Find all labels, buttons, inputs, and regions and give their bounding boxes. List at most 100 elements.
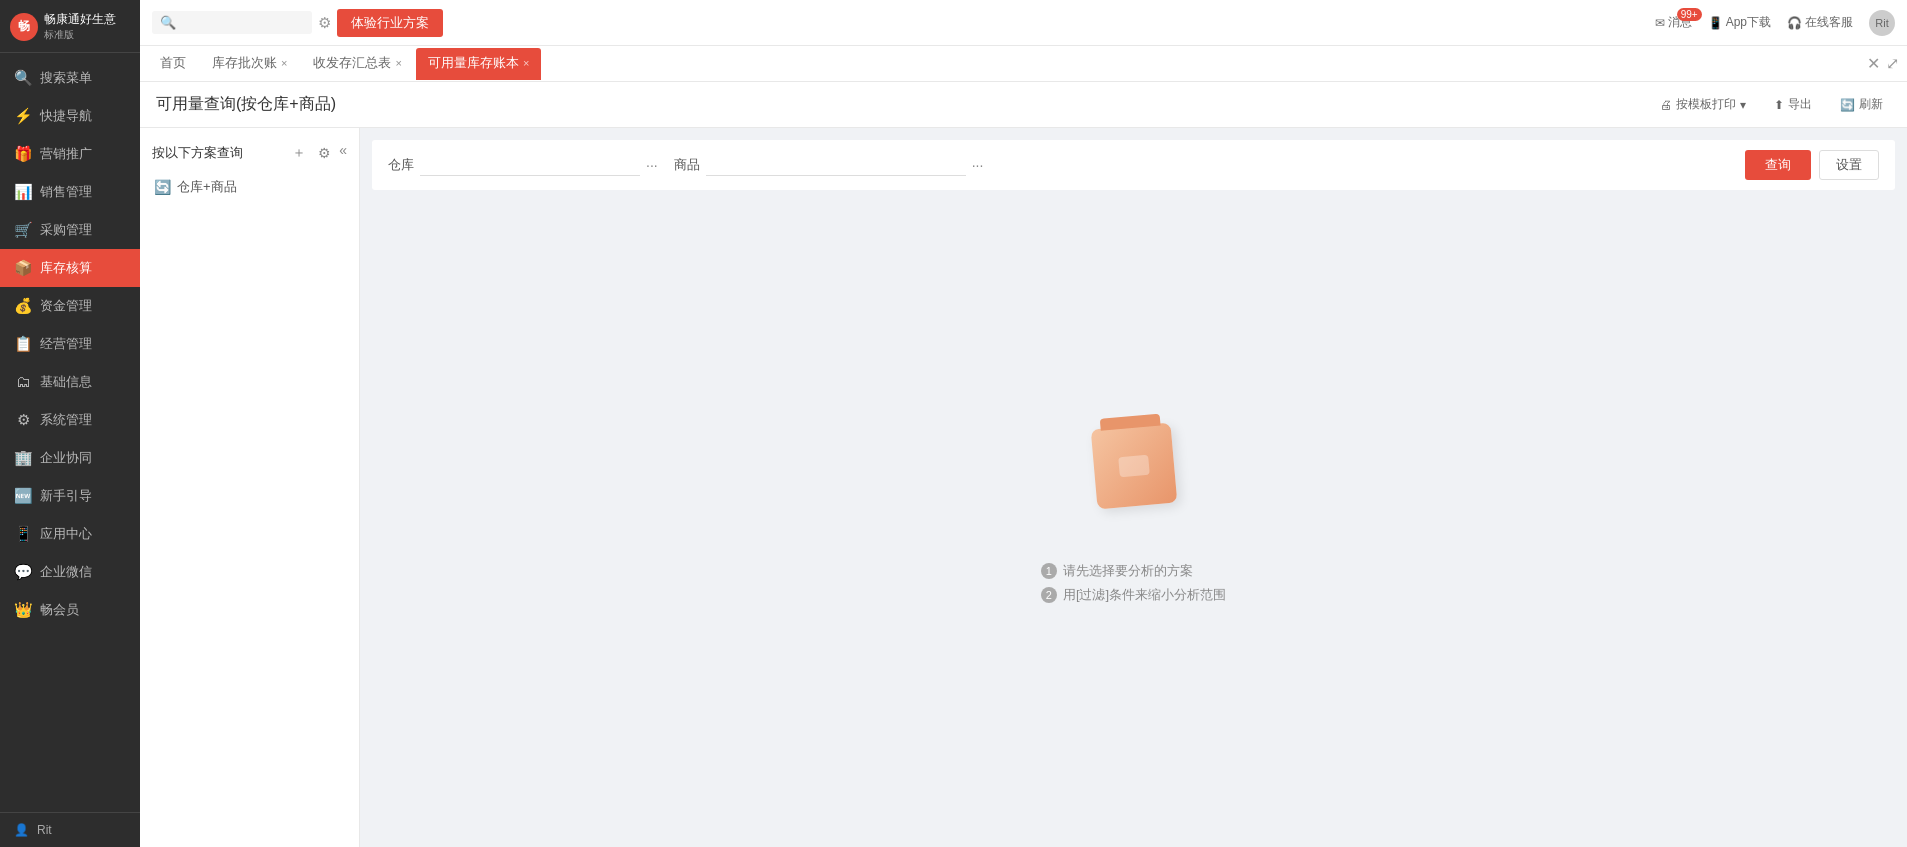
sidebar-item-basic-info[interactable]: 🗂 基础信息: [0, 363, 140, 401]
tab-receipt-summary[interactable]: 收发存汇总表 ×: [301, 48, 413, 80]
warehouse-input[interactable]: [420, 154, 640, 176]
export-label: 导出: [1788, 96, 1812, 113]
app-download-btn[interactable]: 📱 App下载: [1708, 14, 1771, 31]
service-label: 在线客服: [1805, 14, 1853, 31]
left-panel: 按以下方案查询 ＋ ⚙ « 🔄 仓库+商品: [140, 128, 360, 847]
sidebar-item-inventory[interactable]: 📦 库存核算: [0, 249, 140, 287]
sidebar-item-label: 应用中心: [40, 525, 92, 543]
building-icon: 🏢: [14, 449, 32, 467]
export-btn[interactable]: ⬆ 导出: [1766, 92, 1820, 117]
sidebar-item-quick-nav[interactable]: ⚡ 快捷导航: [0, 97, 140, 135]
sidebar-item-label: 采购管理: [40, 221, 92, 239]
headset-icon: 🎧: [1787, 16, 1802, 30]
refresh-icon: 🔄: [1840, 98, 1855, 112]
sidebar-item-wechat[interactable]: 💬 企业微信: [0, 553, 140, 591]
sidebar-item-enterprise[interactable]: 🏢 企业协同: [0, 439, 140, 477]
settings-schema-btn[interactable]: ⚙: [314, 142, 335, 164]
right-panel: 仓库 ··· 商品 ··· 查询 设置: [360, 128, 1907, 847]
clipboard-icon: 📋: [14, 335, 32, 353]
industry-btn[interactable]: 体验行业方案: [337, 9, 443, 37]
tab-batch-account[interactable]: 库存批次账 ×: [200, 48, 299, 80]
phone-icon: 📱: [14, 525, 32, 543]
close-all-btn[interactable]: ✕: [1867, 54, 1880, 73]
empty-illustration: [1074, 426, 1194, 546]
brand: 畅 畅康通好生意 标准版: [10, 12, 130, 42]
goods-input[interactable]: [706, 154, 966, 176]
sidebar-bottom[interactable]: 👤 Rit: [0, 812, 140, 847]
sidebar-item-label: 资金管理: [40, 297, 92, 315]
main-area: 🔍 ⚙ 体验行业方案 ✉ 消息 99+ 📱 App下载 🎧 在线客服 Rit: [140, 0, 1907, 847]
tab-receipt-summary-label: 收发存汇总表: [313, 54, 391, 72]
topbar-search[interactable]: 🔍: [152, 11, 312, 34]
sidebar-item-purchase[interactable]: 🛒 采购管理: [0, 211, 140, 249]
tabs-bar: 首页 库存批次账 × 收发存汇总表 × 可用量库存账本 × ✕ ⤢: [140, 46, 1907, 82]
sidebar-item-app-center[interactable]: 📱 应用中心: [0, 515, 140, 553]
avatar[interactable]: Rit: [1869, 10, 1895, 36]
hint-item-2: 2 用[过滤]条件来缩小分析范围: [1041, 586, 1226, 604]
printer-icon: 🖨: [1660, 98, 1672, 112]
schema-icon: 🔄: [154, 179, 171, 195]
search-input[interactable]: [180, 16, 260, 30]
sidebar-item-label: 快捷导航: [40, 107, 92, 125]
cart-icon: 🛒: [14, 221, 32, 239]
avatar-icon: 👤: [14, 823, 29, 837]
sidebar-item-sales[interactable]: 📊 销售管理: [0, 173, 140, 211]
sidebar-item-label: 新手引导: [40, 487, 92, 505]
hint-item-1: 1 请先选择要分析的方案: [1041, 562, 1226, 580]
sidebar-item-finance[interactable]: 💰 资金管理: [0, 287, 140, 325]
query-btn[interactable]: 查询: [1745, 150, 1811, 180]
tab-controls: ✕ ⤢: [1867, 54, 1899, 73]
hint-num-2: 2: [1041, 587, 1057, 603]
left-panel-title: 按以下方案查询: [152, 144, 243, 162]
sidebar-item-system[interactable]: ⚙ 系统管理: [0, 401, 140, 439]
phone-icon: 📱: [1708, 16, 1723, 30]
topbar: 🔍 ⚙ 体验行业方案 ✉ 消息 99+ 📱 App下载 🎧 在线客服 Rit: [140, 0, 1907, 46]
chevron-down-icon: ▾: [1740, 98, 1746, 112]
quick-nav-icon: ⚡: [14, 107, 32, 125]
avatar-label: Rit: [1875, 17, 1888, 29]
service-btn[interactable]: 🎧 在线客服: [1787, 14, 1853, 31]
tab-receipt-summary-close[interactable]: ×: [395, 57, 401, 69]
add-schema-btn[interactable]: ＋: [288, 142, 310, 164]
tab-home[interactable]: 首页: [148, 48, 198, 80]
print-template-btn[interactable]: 🖨 按模板打印 ▾: [1652, 92, 1754, 117]
hint-num-1: 1: [1041, 563, 1057, 579]
sidebar-item-guide[interactable]: 🆕 新手引导: [0, 477, 140, 515]
sidebar-item-label: 系统管理: [40, 411, 92, 429]
schema-item-label: 仓库+商品: [177, 178, 237, 196]
expand-btn[interactable]: ⤢: [1886, 54, 1899, 73]
page-content: 可用量查询(按仓库+商品) 🖨 按模板打印 ▾ ⬆ 导出 🔄 刷新: [140, 82, 1907, 847]
print-template-label: 按模板打印: [1676, 96, 1736, 113]
sidebar-item-operations[interactable]: 📋 经营管理: [0, 325, 140, 363]
sidebar-header: 畅 畅康通好生意 标准版: [0, 0, 140, 53]
sidebar-item-label: 销售管理: [40, 183, 92, 201]
sidebar-item-member[interactable]: 👑 畅会员: [0, 591, 140, 629]
goods-label: 商品: [674, 156, 700, 174]
tab-available-book[interactable]: 可用量库存账本 ×: [416, 48, 541, 80]
sidebar-item-label: 企业微信: [40, 563, 92, 581]
user-name: Rit: [37, 823, 52, 837]
sidebar-item-marketing[interactable]: 🎁 营销推广: [0, 135, 140, 173]
page-title: 可用量查询(按仓库+商品): [156, 94, 336, 115]
hint-text-2: 用[过滤]条件来缩小分析范围: [1063, 586, 1226, 604]
page-header: 可用量查询(按仓库+商品) 🖨 按模板打印 ▾ ⬆ 导出 🔄 刷新: [140, 82, 1907, 128]
tab-available-book-close[interactable]: ×: [523, 57, 529, 69]
hint-text-1: 请先选择要分析的方案: [1063, 562, 1193, 580]
sidebar: 畅 畅康通好生意 标准版 🔍 搜索菜单 ⚡ 快捷导航 🎁 营销推广 📊 销售管理…: [0, 0, 140, 847]
goods-filter: 商品 ···: [674, 154, 984, 176]
refresh-btn[interactable]: 🔄 刷新: [1832, 92, 1891, 117]
tab-batch-account-close[interactable]: ×: [281, 57, 287, 69]
schema-item-warehouse-goods[interactable]: 🔄 仓库+商品: [140, 170, 359, 204]
collapse-icon[interactable]: «: [339, 142, 347, 164]
message-btn[interactable]: ✉ 消息 99+: [1655, 14, 1692, 31]
sidebar-item-search[interactable]: 🔍 搜索菜单: [0, 59, 140, 97]
warehouse-more-btn[interactable]: ···: [646, 157, 658, 173]
gear-icon: ⚙: [14, 411, 32, 429]
settings-icon[interactable]: ⚙: [318, 14, 331, 32]
crown-icon: 👑: [14, 601, 32, 619]
brand-name: 畅康通好生意: [44, 12, 116, 28]
tab-home-label: 首页: [160, 54, 186, 72]
settings-btn[interactable]: 设置: [1819, 150, 1879, 180]
goods-more-btn[interactable]: ···: [972, 157, 984, 173]
sidebar-item-label: 经营管理: [40, 335, 92, 353]
